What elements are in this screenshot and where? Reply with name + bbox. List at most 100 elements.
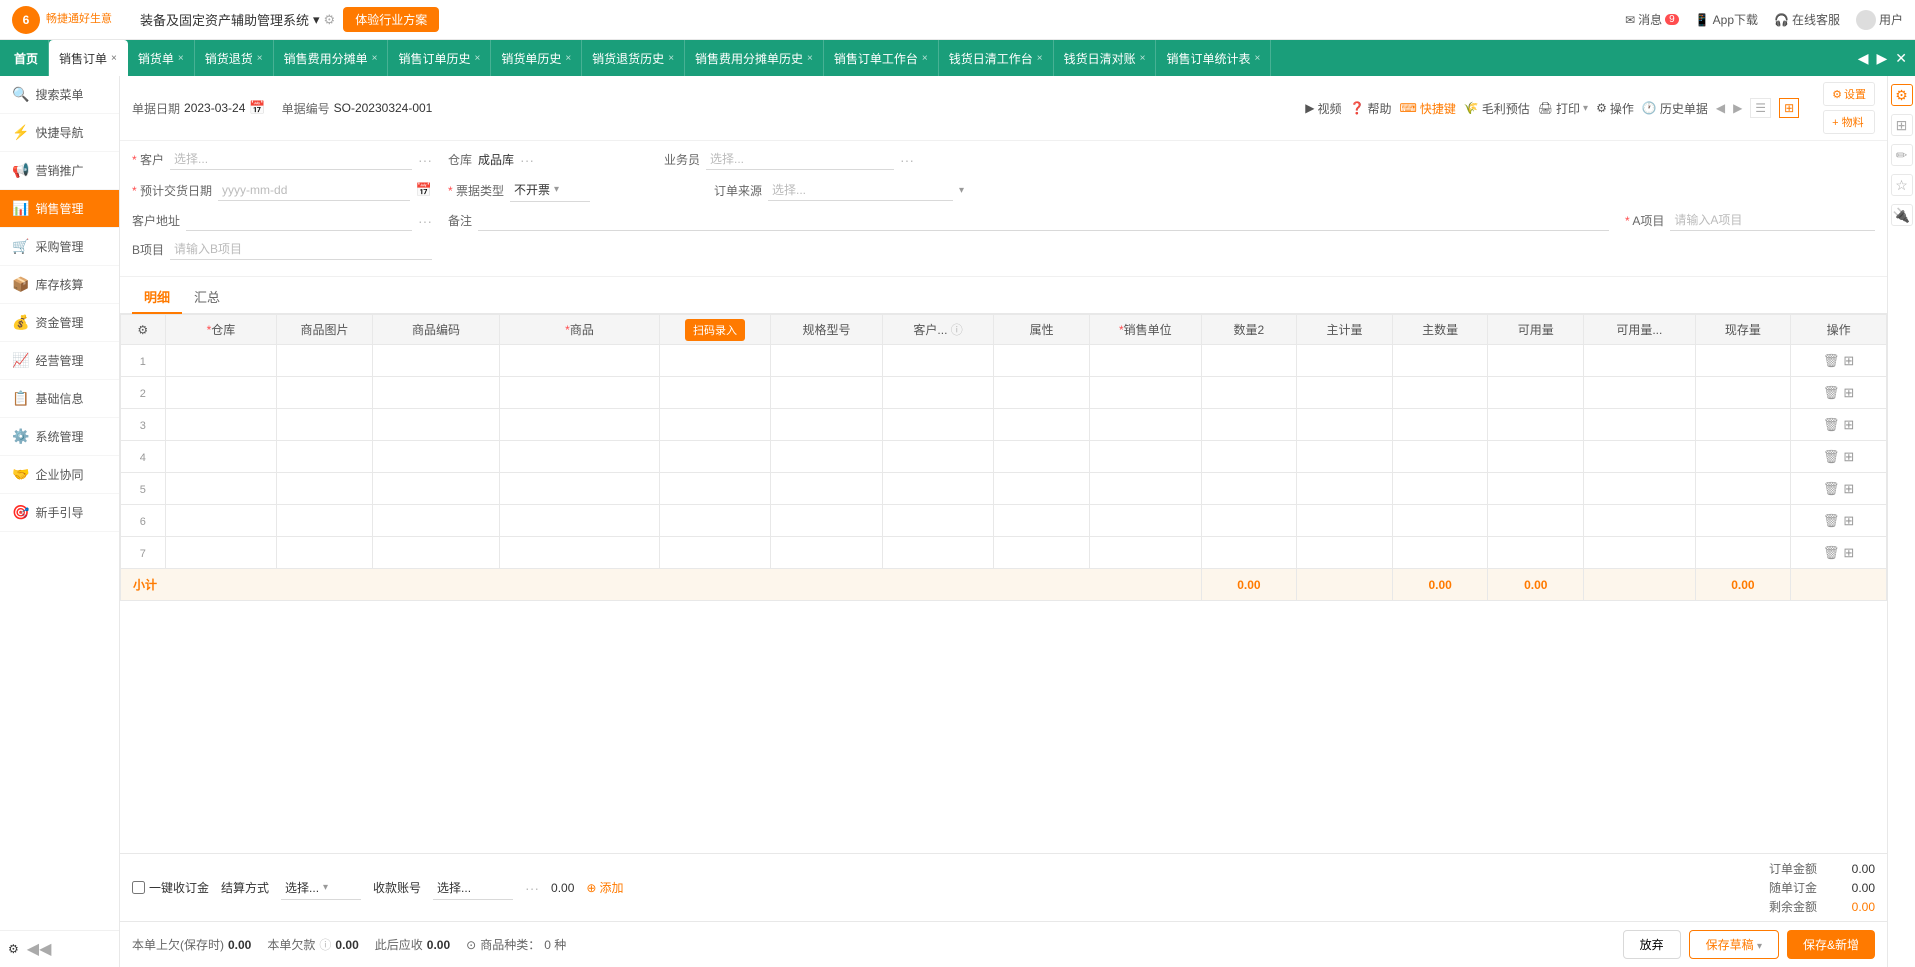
close-invoice-history[interactable]: ×: [565, 53, 571, 64]
sidebar-item-marketing[interactable]: 📢 营销推广: [0, 152, 119, 190]
save-draft-btn[interactable]: 保存草稿 ▾: [1689, 930, 1779, 959]
sidebar-item-search[interactable]: 🔍 搜索菜单: [0, 76, 119, 114]
delete-row-6-btn[interactable]: 🗑: [1823, 513, 1840, 529]
rp-icon-layout[interactable]: ⊞: [1891, 114, 1913, 136]
ticket-type-select[interactable]: 不开票 ▾: [510, 178, 590, 202]
col-settings[interactable]: ⚙: [121, 315, 166, 345]
profit-btn[interactable]: 🌾 毛利预估: [1464, 100, 1530, 117]
delete-row-4-btn[interactable]: 🗑: [1823, 449, 1840, 465]
nav-more-arrow[interactable]: ✕: [1891, 50, 1911, 67]
tab-sales-stats[interactable]: 销售订单统计表 ×: [1156, 40, 1271, 76]
nav-next-record-icon[interactable]: ▶: [1733, 101, 1742, 115]
close-sales-return[interactable]: ×: [257, 53, 263, 64]
tab-expense-history[interactable]: 销售费用分摊单历史 ×: [685, 40, 824, 76]
account-more-icon[interactable]: ···: [525, 880, 539, 896]
warehouse-more-icon[interactable]: ···: [520, 152, 534, 168]
order-source-input[interactable]: [768, 180, 953, 201]
account-select[interactable]: 选择...: [433, 876, 513, 900]
sidebar-item-purchase[interactable]: 🛒 采购管理: [0, 228, 119, 266]
print-btn[interactable]: 🖨 打印 ▾: [1538, 100, 1588, 117]
tab-sales-return[interactable]: 销货退货 ×: [195, 40, 274, 76]
discard-btn[interactable]: 放弃: [1623, 930, 1681, 959]
a-project-input[interactable]: [1670, 210, 1875, 231]
close-sales-order[interactable]: ×: [111, 53, 117, 64]
close-order-workbench[interactable]: ×: [922, 53, 928, 64]
system-dropdown-icon[interactable]: ▾: [313, 12, 320, 28]
copy-row-6-btn[interactable]: ⊞: [1843, 513, 1854, 529]
delete-row-3-btn[interactable]: 🗑: [1823, 417, 1840, 433]
view-toggle-list-icon[interactable]: ☰: [1750, 98, 1771, 118]
nav-next-arrow[interactable]: ▶: [1872, 50, 1891, 67]
customer-more-icon[interactable]: ···: [418, 152, 432, 168]
copy-row-3-btn[interactable]: ⊞: [1843, 417, 1854, 433]
tab-sales-invoice[interactable]: 销货单 ×: [128, 40, 195, 76]
rp-icon-settings[interactable]: ⚙: [1891, 84, 1913, 106]
settle-method-select[interactable]: 选择... ▾: [281, 876, 361, 900]
tab-order-workbench[interactable]: 销售订单工作台 ×: [824, 40, 939, 76]
expected-date-icon[interactable]: 📅: [416, 182, 432, 198]
sidebar-item-guide[interactable]: 🎯 新手引导: [0, 494, 119, 532]
message-btn[interactable]: ✉ 消息 9: [1625, 11, 1679, 28]
shortcut-btn[interactable]: ⌨ 快捷键: [1399, 100, 1455, 117]
operation-btn[interactable]: ⚙ 操作: [1596, 100, 1634, 117]
date-picker-icon[interactable]: 📅: [249, 100, 265, 116]
online-support-btn[interactable]: 🎧 在线客服: [1774, 11, 1840, 28]
delete-row-7-btn[interactable]: 🗑: [1823, 545, 1840, 561]
customer-input[interactable]: [170, 149, 412, 170]
staff-input[interactable]: [706, 149, 894, 170]
copy-row-1-btn[interactable]: ⊞: [1843, 353, 1854, 369]
sidebar-item-operation[interactable]: 📈 经营管理: [0, 342, 119, 380]
add-material-btn[interactable]: + 物料: [1823, 110, 1875, 134]
sidebar-settings-icon[interactable]: ⚙: [8, 942, 19, 956]
address-input[interactable]: [186, 210, 412, 231]
tab-sales-expense[interactable]: 销售费用分摊单 ×: [274, 40, 389, 76]
delete-row-5-btn[interactable]: 🗑: [1823, 481, 1840, 497]
close-expense-history[interactable]: ×: [807, 53, 813, 64]
sidebar-collapse-btn[interactable]: ◀◀: [27, 939, 52, 959]
help-btn[interactable]: ❓ 帮助: [1350, 100, 1392, 117]
nav-prev-arrow[interactable]: ◀: [1854, 50, 1873, 67]
tab-sales-order[interactable]: 销售订单 ×: [49, 40, 128, 76]
sidebar-item-enterprise[interactable]: 🤝 企业协同: [0, 456, 119, 494]
b-project-input[interactable]: [170, 239, 432, 260]
copy-row-5-btn[interactable]: ⊞: [1843, 481, 1854, 497]
tab-daily-clear[interactable]: 钱货日清工作台 ×: [939, 40, 1054, 76]
tab-return-history[interactable]: 销货退货历史 ×: [582, 40, 685, 76]
view-toggle-grid-icon[interactable]: ⊞: [1779, 98, 1799, 118]
expected-date-input[interactable]: [218, 180, 410, 201]
system-name[interactable]: 装备及固定资产辅助管理系统 ▾ ⚙: [140, 10, 335, 29]
close-sales-order-history[interactable]: ×: [474, 53, 480, 64]
tab-home[interactable]: 首页: [4, 40, 49, 76]
sidebar-item-quick-nav[interactable]: ⚡ 快捷导航: [0, 114, 119, 152]
table-scroll-area[interactable]: ⚙ *仓库 商品图片 商品编码 *商品 扫码录入 规格型号 客户... ⓘ 属性…: [120, 314, 1887, 601]
copy-row-4-btn[interactable]: ⊞: [1843, 449, 1854, 465]
settings-icon[interactable]: ⚙: [324, 12, 336, 28]
copy-row-2-btn[interactable]: ⊞: [1843, 385, 1854, 401]
tab-summary[interactable]: 汇总: [182, 281, 232, 314]
remark-input[interactable]: [478, 210, 1609, 231]
delete-row-2-btn[interactable]: 🗑: [1823, 385, 1840, 401]
close-sales-invoice[interactable]: ×: [178, 53, 184, 64]
rp-icon-star[interactable]: ☆: [1891, 174, 1913, 196]
sidebar-item-inventory[interactable]: 📦 库存核算: [0, 266, 119, 304]
tab-daily-reconcile[interactable]: 钱货日清对账 ×: [1054, 40, 1157, 76]
history-btn[interactable]: 🕐 历史单据: [1642, 100, 1708, 117]
tab-sales-order-history[interactable]: 销售订单历史 ×: [388, 40, 491, 76]
industry-solution-btn[interactable]: 体验行业方案: [343, 7, 439, 32]
nav-prev-record-icon[interactable]: ◀: [1716, 101, 1725, 115]
tab-detail[interactable]: 明细: [132, 281, 182, 314]
copy-row-7-btn[interactable]: ⊞: [1843, 545, 1854, 561]
rp-icon-plugin[interactable]: 🔌: [1891, 204, 1913, 226]
delete-row-1-btn[interactable]: 🗑: [1823, 353, 1840, 369]
app-download-btn[interactable]: 📱 App下载: [1695, 11, 1758, 28]
one-click-deposit-checkbox[interactable]: 一键收订金: [132, 879, 209, 896]
sidebar-item-system[interactable]: ⚙️ 系统管理: [0, 418, 119, 456]
tab-invoice-history[interactable]: 销货单历史 ×: [491, 40, 582, 76]
sidebar-item-finance[interactable]: 💰 资金管理: [0, 304, 119, 342]
rp-icon-edit[interactable]: ✏: [1891, 144, 1913, 166]
save-new-btn[interactable]: 保存&新增: [1787, 930, 1875, 959]
close-sales-expense[interactable]: ×: [372, 53, 378, 64]
sidebar-item-basic-info[interactable]: 📋 基础信息: [0, 380, 119, 418]
close-daily-clear[interactable]: ×: [1037, 53, 1043, 64]
user-btn[interactable]: 用户: [1856, 10, 1903, 30]
